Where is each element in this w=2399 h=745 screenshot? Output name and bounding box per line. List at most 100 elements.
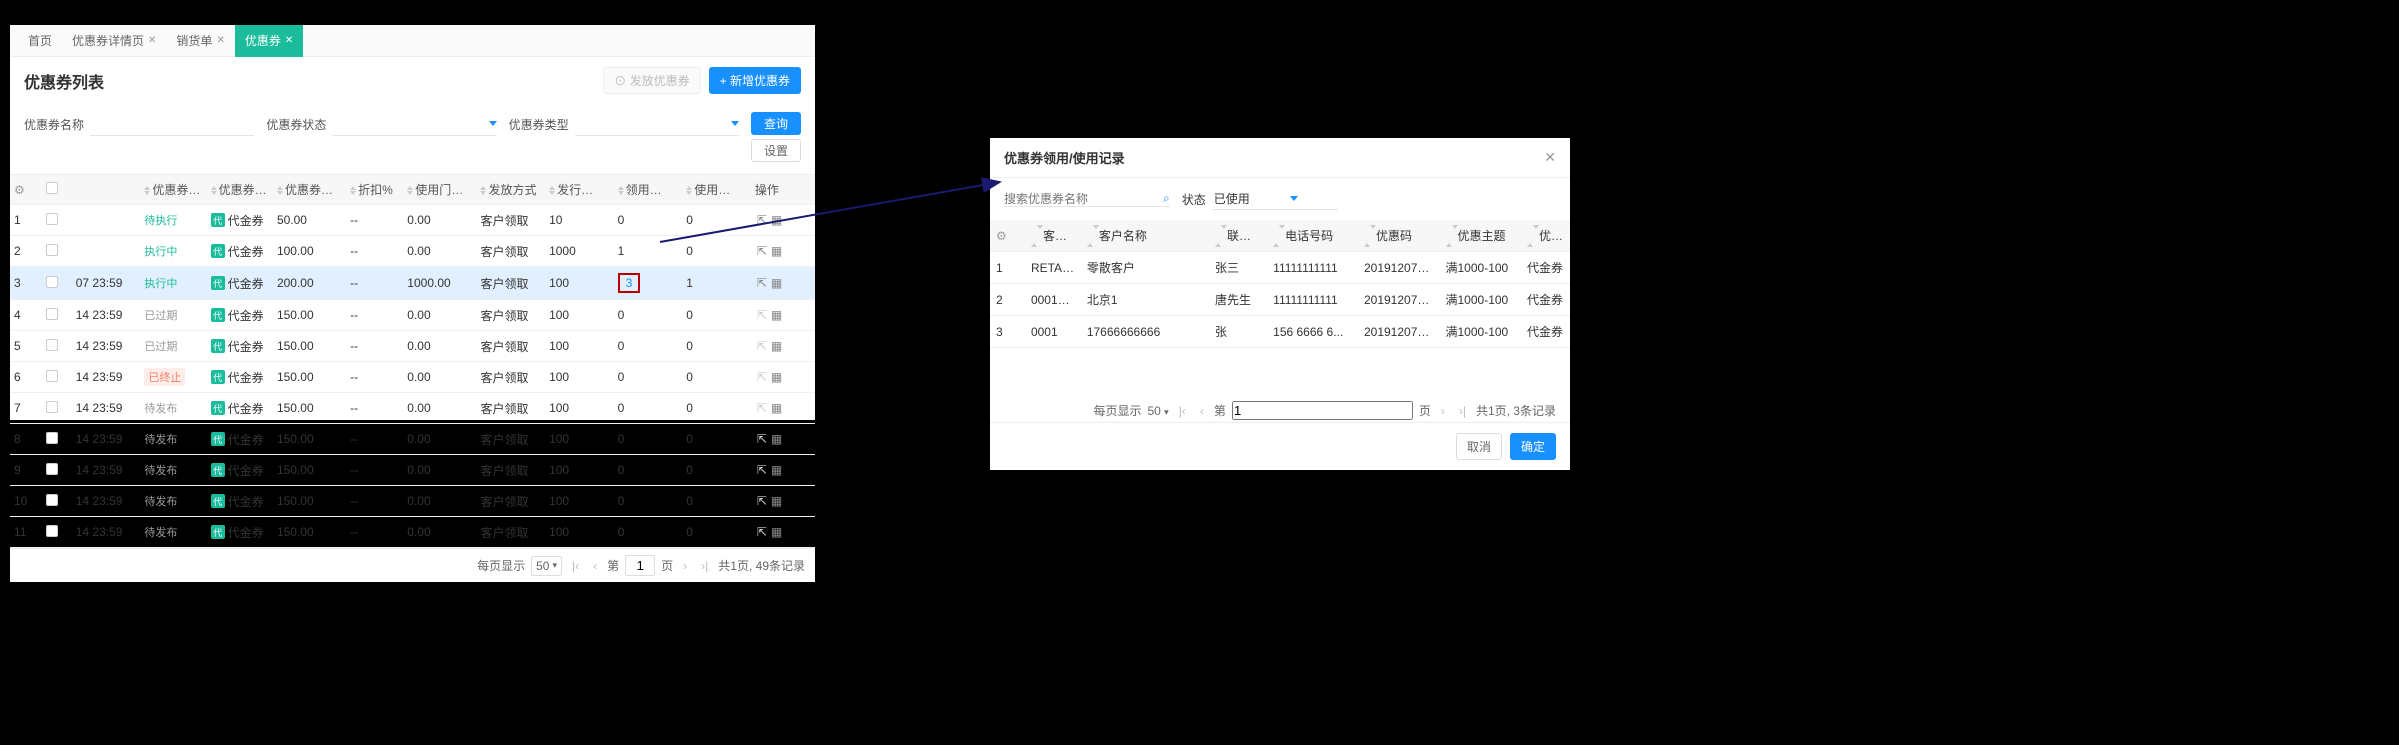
table-row[interactable]: 614 23:59已终止代代金券150.00--0.00客户领取10000⇱▦ xyxy=(10,362,815,393)
m-col-phone[interactable]: 电话号码 xyxy=(1267,220,1358,252)
row-checkbox[interactable] xyxy=(46,370,58,382)
receive-cell[interactable]: 0 xyxy=(614,424,683,455)
table-row[interactable]: 414 23:59已过期代代金券150.00--0.00客户领取10000⇱▦ xyxy=(10,300,815,331)
m-col-gear[interactable]: ⚙ xyxy=(990,220,1025,252)
next-page-button[interactable]: › xyxy=(679,559,691,573)
m-col-code[interactable]: 优惠码 xyxy=(1358,220,1440,252)
last-page-button[interactable]: ›| xyxy=(697,559,712,573)
col-discount[interactable]: 折扣% xyxy=(346,175,403,205)
tab-优惠券详情页[interactable]: 优惠券详情页✕ xyxy=(62,25,166,57)
table-row[interactable]: 714 23:59待发布代代金券150.00--0.00客户领取10000⇱▦ xyxy=(10,393,815,424)
search-input[interactable] xyxy=(1004,192,1159,206)
col-used[interactable]: 使用数量 xyxy=(682,175,751,205)
checkbox-all[interactable] xyxy=(46,182,58,194)
col-check[interactable] xyxy=(42,175,72,205)
table-row[interactable]: 3000117666666666张156 6666 6...2019120702… xyxy=(990,316,1570,348)
receive-cell[interactable]: 0 xyxy=(614,517,683,548)
m-prev-page-button[interactable]: ‹ xyxy=(1196,404,1208,418)
filter-type-select[interactable] xyxy=(575,112,739,136)
row-checkbox[interactable] xyxy=(46,401,58,413)
receive-count-link[interactable]: 3 xyxy=(618,273,641,293)
col-receive[interactable]: 领用数量 xyxy=(614,175,683,205)
qrcode-icon[interactable]: ▦ xyxy=(771,432,782,446)
settings-button[interactable]: 设置 xyxy=(751,139,801,162)
qrcode-icon[interactable]: ▦ xyxy=(771,463,782,477)
m-col-name[interactable]: 客户名称 xyxy=(1081,220,1209,252)
receive-cell[interactable]: 0 xyxy=(614,393,683,424)
qrcode-icon[interactable]: ▦ xyxy=(771,213,782,227)
receive-cell[interactable]: 0 xyxy=(614,362,683,393)
receive-cell[interactable]: 0 xyxy=(614,300,683,331)
search-icon[interactable]: ⌕ xyxy=(1163,191,1170,206)
table-row[interactable]: 2执行中代代金券100.00--0.00客户领取100010⇱▦ xyxy=(10,236,815,267)
filter-status-select[interactable] xyxy=(332,112,496,136)
close-icon[interactable]: ✕ xyxy=(1544,149,1556,166)
row-checkbox[interactable] xyxy=(46,308,58,320)
m-col-contact[interactable]: 联系人 xyxy=(1209,220,1267,252)
receive-cell[interactable]: 0 xyxy=(614,486,683,517)
col-gear[interactable]: ⚙ xyxy=(10,175,42,205)
receive-cell[interactable]: 1 xyxy=(614,236,683,267)
table-row[interactable]: 1RETAIL...零散客户张三111111111112019120702...… xyxy=(990,252,1570,284)
table-row[interactable]: 914 23:59待发布代代金券150.00--0.00客户领取10000⇱▦ xyxy=(10,455,815,486)
row-checkbox[interactable] xyxy=(46,432,58,444)
status-filter-select[interactable]: 已使用 xyxy=(1212,188,1338,210)
qrcode-icon[interactable]: ▦ xyxy=(771,494,782,508)
table-row[interactable]: 307 23:59执行中代代金券200.00--1000.00客户领取10031… xyxy=(10,267,815,300)
qrcode-icon[interactable]: ▦ xyxy=(771,401,782,415)
row-checkbox[interactable] xyxy=(46,213,58,225)
close-icon[interactable]: ✕ xyxy=(216,25,224,57)
qrcode-icon[interactable]: ▦ xyxy=(771,339,782,353)
distribute-coupon-button[interactable]: ⊙ 发放优惠券 xyxy=(603,67,700,94)
row-checkbox[interactable] xyxy=(46,276,58,288)
m-col-type[interactable]: 优惠券类 xyxy=(1521,220,1570,252)
receive-cell[interactable]: 3 xyxy=(614,267,683,300)
m-col-subj[interactable]: 优惠主题 xyxy=(1440,220,1522,252)
new-coupon-button[interactable]: + 新增优惠券 xyxy=(709,67,801,94)
filter-name-input[interactable] xyxy=(90,112,254,136)
table-row[interactable]: 1114 23:59待发布代代金券150.00--0.00客户领取10000⇱▦ xyxy=(10,517,815,548)
qrcode-icon[interactable]: ▦ xyxy=(771,308,782,322)
col-threshold[interactable]: 使用门槛... xyxy=(403,175,476,205)
share-icon[interactable]: ⇱ xyxy=(757,244,767,258)
table-row[interactable]: 1014 23:59待发布代代金券150.00--0.00客户领取10000⇱▦ xyxy=(10,486,815,517)
tab-销货单[interactable]: 销货单✕ xyxy=(166,25,234,57)
m-col-cust[interactable]: 客户... xyxy=(1025,220,1081,252)
table-row[interactable]: 814 23:59待发布代代金券150.00--0.00客户领取10000⇱▦ xyxy=(10,424,815,455)
row-checkbox[interactable] xyxy=(46,494,58,506)
row-checkbox[interactable] xyxy=(46,463,58,475)
receive-cell[interactable]: 0 xyxy=(614,205,683,236)
m-per-page-select[interactable]: 50 ▾ xyxy=(1147,404,1168,418)
first-page-button[interactable]: |‹ xyxy=(568,559,583,573)
table-row[interactable]: 1待执行代代金券50.00--0.00客户领取1000⇱▦ xyxy=(10,205,815,236)
page-input[interactable] xyxy=(625,555,655,576)
ok-button[interactable]: 确定 xyxy=(1510,433,1556,460)
table-row[interactable]: 514 23:59已过期代代金券150.00--0.00客户领取10000⇱▦ xyxy=(10,331,815,362)
cancel-button[interactable]: 取消 xyxy=(1456,433,1502,460)
qrcode-icon[interactable]: ▦ xyxy=(771,370,782,384)
qrcode-icon[interactable]: ▦ xyxy=(771,276,782,290)
col-dist[interactable]: 发放方式 xyxy=(476,175,545,205)
row-checkbox[interactable] xyxy=(46,339,58,351)
m-first-page-button[interactable]: |‹ xyxy=(1175,404,1190,418)
close-icon[interactable]: ✕ xyxy=(285,25,293,57)
col-date[interactable] xyxy=(72,175,141,205)
close-icon[interactable]: ✕ xyxy=(148,25,156,57)
prev-page-button[interactable]: ‹ xyxy=(589,559,601,573)
col-type[interactable]: 优惠券类型 xyxy=(207,175,273,205)
receive-cell[interactable]: 0 xyxy=(614,455,683,486)
row-checkbox[interactable] xyxy=(46,525,58,537)
receive-cell[interactable]: 0 xyxy=(614,331,683,362)
tab-优惠券[interactable]: 优惠券✕ xyxy=(235,25,303,57)
col-status[interactable]: 优惠券状态 xyxy=(140,175,206,205)
m-next-page-button[interactable]: › xyxy=(1437,404,1449,418)
share-icon[interactable]: ⇱ xyxy=(757,276,767,290)
m-last-page-button[interactable]: ›| xyxy=(1455,404,1470,418)
share-icon[interactable]: ⇱ xyxy=(757,213,767,227)
tab-首页[interactable]: 首页 xyxy=(18,25,62,57)
qrcode-icon[interactable]: ▦ xyxy=(771,244,782,258)
col-face[interactable]: 优惠券面值 xyxy=(273,175,346,205)
qrcode-icon[interactable]: ▦ xyxy=(771,525,782,539)
col-issue[interactable]: 发行数量 xyxy=(545,175,614,205)
query-button[interactable]: 查询 xyxy=(751,112,801,135)
